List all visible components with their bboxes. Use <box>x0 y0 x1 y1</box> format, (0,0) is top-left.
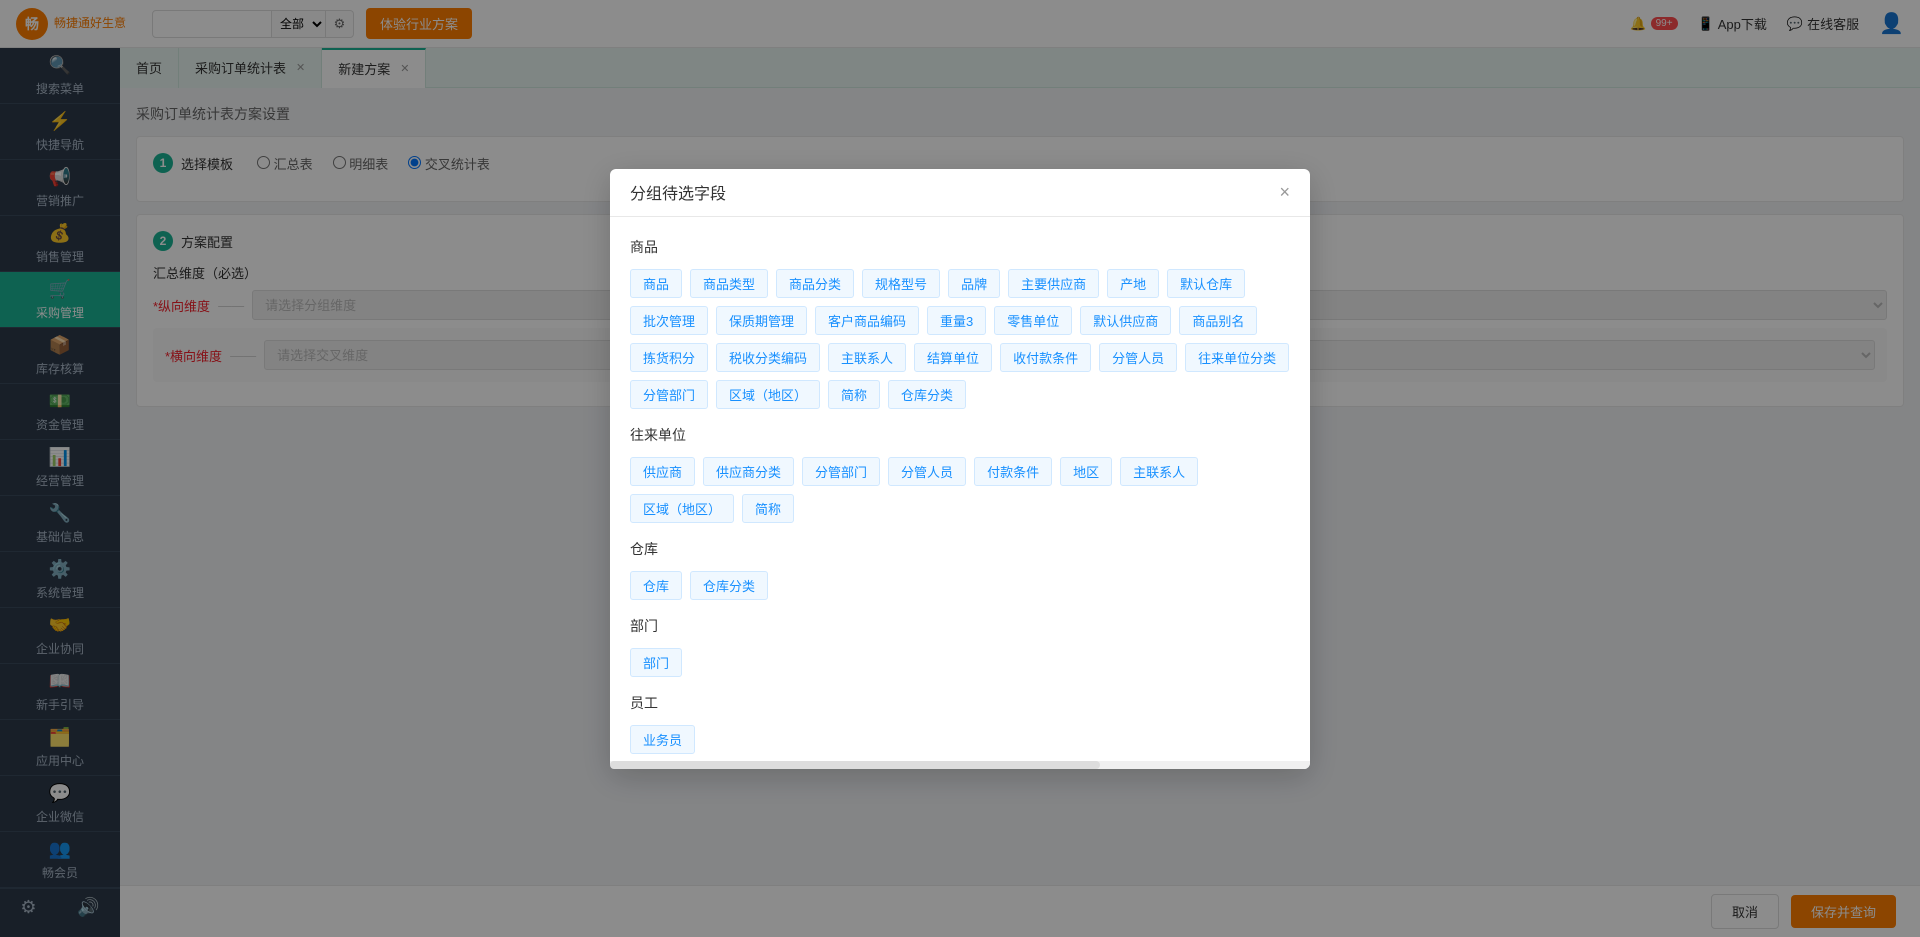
field-goods-22[interactable]: 分管部门 <box>630 380 708 409</box>
field-warehouse-0[interactable]: 仓库 <box>630 571 682 600</box>
field-goods-10[interactable]: 客户商品编码 <box>815 306 919 335</box>
field-grid-dept: 部门 <box>630 648 1290 677</box>
field-goods-13[interactable]: 默认供应商 <box>1080 306 1171 335</box>
modal-close-button[interactable]: × <box>1279 182 1290 203</box>
modal-scroll-thumb <box>610 761 1100 769</box>
field-partner-6[interactable]: 主联系人 <box>1120 457 1198 486</box>
field-employee-0[interactable]: 业务员 <box>630 725 695 754</box>
field-partner-7[interactable]: 区域（地区） <box>630 494 734 523</box>
section-title-partner: 往来单位 <box>630 425 1290 445</box>
field-goods-3[interactable]: 规格型号 <box>862 269 940 298</box>
field-goods-25[interactable]: 仓库分类 <box>888 380 966 409</box>
field-goods-1[interactable]: 商品类型 <box>690 269 768 298</box>
modal-scroll-track <box>610 761 1310 769</box>
field-warehouse-1[interactable]: 仓库分类 <box>690 571 768 600</box>
field-goods-5[interactable]: 主要供应商 <box>1008 269 1099 298</box>
field-grid-partner: 供应商 供应商分类 分管部门 分管人员 付款条件 地区 主联系人 区域（地区） … <box>630 457 1290 523</box>
field-goods-17[interactable]: 主联系人 <box>828 343 906 372</box>
field-goods-6[interactable]: 产地 <box>1107 269 1159 298</box>
field-goods-8[interactable]: 批次管理 <box>630 306 708 335</box>
field-dept-0[interactable]: 部门 <box>630 648 682 677</box>
field-grid-goods: 商品 商品类型 商品分类 规格型号 品牌 主要供应商 产地 默认仓库 批次管理 … <box>630 269 1290 409</box>
field-partner-5[interactable]: 地区 <box>1060 457 1112 486</box>
field-partner-4[interactable]: 付款条件 <box>974 457 1052 486</box>
field-goods-2[interactable]: 商品分类 <box>776 269 854 298</box>
section-title-dept: 部门 <box>630 616 1290 636</box>
field-goods-20[interactable]: 分管人员 <box>1099 343 1177 372</box>
field-partner-1[interactable]: 供应商分类 <box>703 457 794 486</box>
modal-body: 商品 商品 商品类型 商品分类 规格型号 品牌 主要供应商 产地 默认仓库 批次… <box>610 217 1310 761</box>
field-goods-14[interactable]: 商品别名 <box>1179 306 1257 335</box>
field-goods-4[interactable]: 品牌 <box>948 269 1000 298</box>
section-title-warehouse: 仓库 <box>630 539 1290 559</box>
section-title-employee: 员工 <box>630 693 1290 713</box>
field-grid-employee: 业务员 <box>630 725 1290 754</box>
field-goods-18[interactable]: 结算单位 <box>914 343 992 372</box>
field-goods-19[interactable]: 收付款条件 <box>1000 343 1091 372</box>
field-goods-12[interactable]: 零售单位 <box>994 306 1072 335</box>
field-goods-23[interactable]: 区域（地区） <box>716 380 820 409</box>
field-goods-9[interactable]: 保质期管理 <box>716 306 807 335</box>
field-partner-2[interactable]: 分管部门 <box>802 457 880 486</box>
field-select-modal: 分组待选字段 × 商品 商品 商品类型 商品分类 规格型号 品牌 主要供应商 产… <box>610 169 1310 769</box>
field-grid-warehouse: 仓库 仓库分类 <box>630 571 1290 600</box>
field-goods-24[interactable]: 简称 <box>828 380 880 409</box>
modal-header: 分组待选字段 × <box>610 169 1310 217</box>
modal-overlay: 分组待选字段 × 商品 商品 商品类型 商品分类 规格型号 品牌 主要供应商 产… <box>0 0 1920 937</box>
modal-title: 分组待选字段 <box>630 180 726 204</box>
field-partner-3[interactable]: 分管人员 <box>888 457 966 486</box>
field-goods-21[interactable]: 往来单位分类 <box>1185 343 1289 372</box>
field-goods-0[interactable]: 商品 <box>630 269 682 298</box>
field-goods-11[interactable]: 重量3 <box>927 306 986 335</box>
field-partner-0[interactable]: 供应商 <box>630 457 695 486</box>
field-goods-15[interactable]: 拣货积分 <box>630 343 708 372</box>
field-goods-16[interactable]: 税收分类编码 <box>716 343 820 372</box>
field-partner-8[interactable]: 简称 <box>742 494 794 523</box>
field-goods-7[interactable]: 默认仓库 <box>1167 269 1245 298</box>
section-title-goods: 商品 <box>630 237 1290 257</box>
